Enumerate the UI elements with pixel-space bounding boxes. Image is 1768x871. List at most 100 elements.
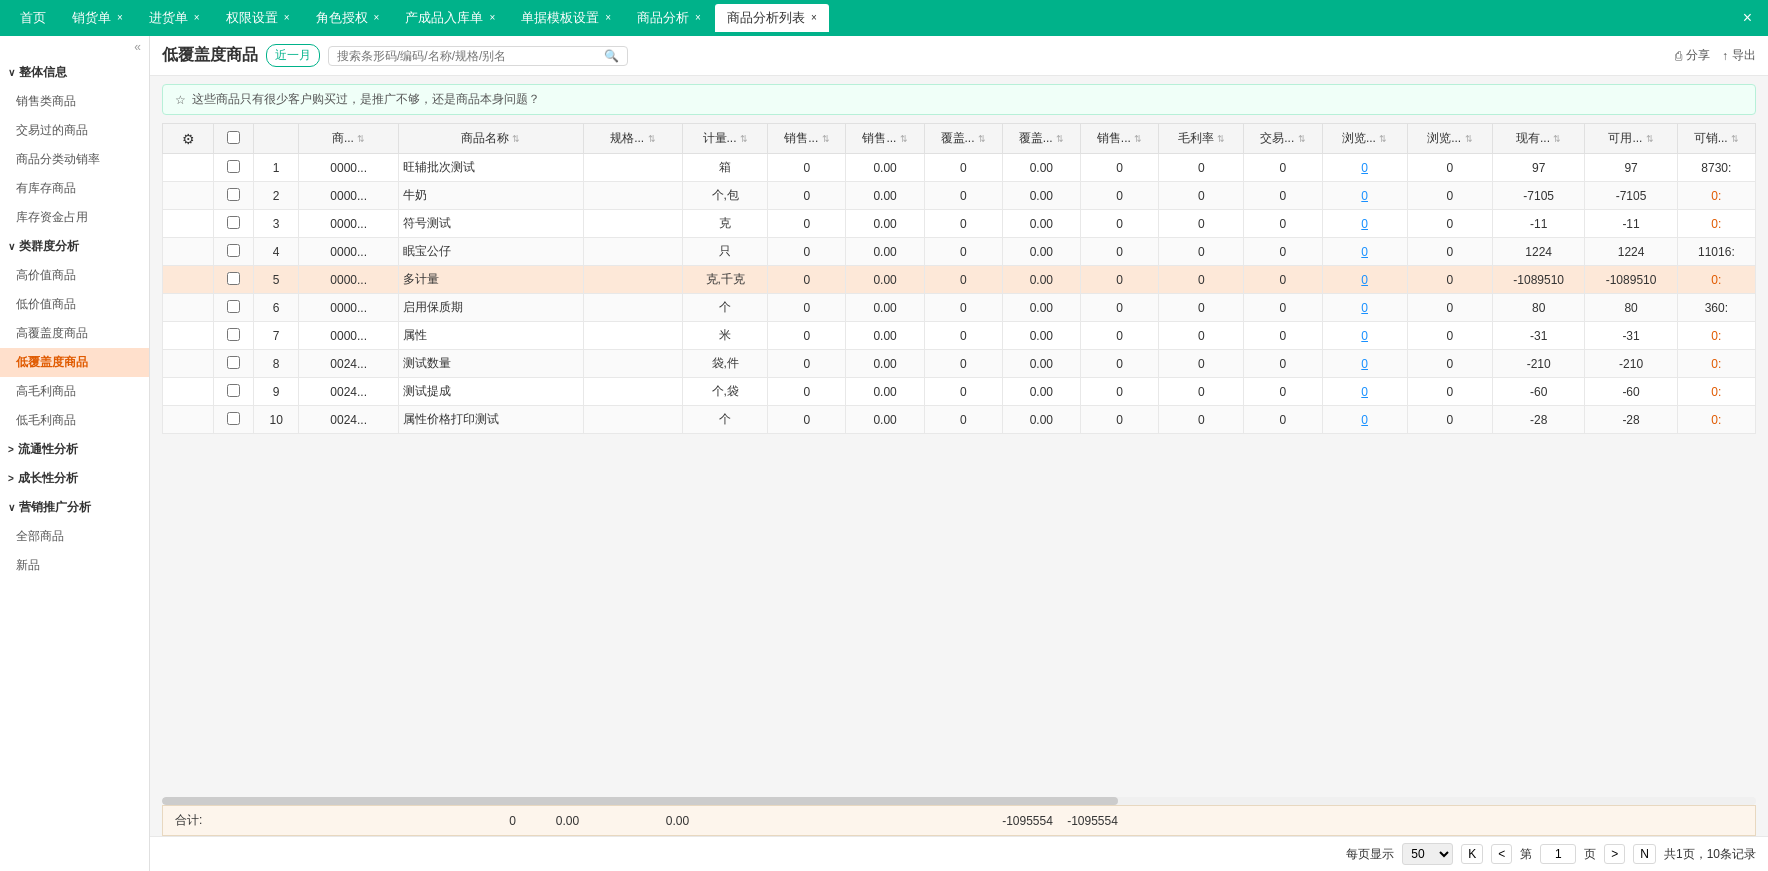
browse-link[interactable]: 0 (1361, 329, 1368, 343)
sidebar-item-low-value[interactable]: 低价值商品 (0, 290, 149, 319)
cell-check[interactable] (214, 182, 254, 210)
current-page-input[interactable] (1540, 844, 1576, 864)
nav-tab-permissions[interactable]: 权限设置 × (214, 4, 302, 32)
col-header-cov2[interactable]: 覆盖... ⇅ (1002, 124, 1080, 154)
col-header-sale-amt[interactable]: 销售... ⇅ (846, 124, 924, 154)
sidebar-item-in-stock[interactable]: 有库存商品 (0, 174, 149, 203)
cell-check[interactable] (214, 322, 254, 350)
cell-browse1[interactable]: 0 (1322, 322, 1407, 350)
cell-check[interactable] (214, 238, 254, 266)
next-page-button[interactable]: > (1604, 844, 1625, 864)
cell-check[interactable] (214, 266, 254, 294)
nav-tab-roles-close[interactable]: × (374, 4, 380, 32)
col-header-sale3[interactable]: 销售... ⇅ (1080, 124, 1158, 154)
sidebar-item-high-value[interactable]: 高价值商品 (0, 261, 149, 290)
cell-check[interactable] (214, 210, 254, 238)
col-header-settings[interactable]: ⚙ (163, 124, 214, 154)
time-filter-button[interactable]: 近一月 (266, 44, 320, 67)
row-checkbox[interactable] (227, 300, 240, 313)
row-checkbox[interactable] (227, 356, 240, 369)
cell-browse1[interactable]: 0 (1322, 350, 1407, 378)
sidebar-section-flow[interactable]: > 流通性分析 (0, 435, 149, 464)
horizontal-scrollbar[interactable] (162, 797, 1756, 805)
cell-check[interactable] (214, 350, 254, 378)
row-checkbox[interactable] (227, 412, 240, 425)
cell-check[interactable] (214, 154, 254, 182)
row-checkbox[interactable] (227, 244, 240, 257)
scrollbar-thumb[interactable] (162, 797, 1118, 805)
cell-browse1[interactable]: 0 (1322, 182, 1407, 210)
row-checkbox[interactable] (227, 272, 240, 285)
sidebar-item-all-goods[interactable]: 全部商品 (0, 522, 149, 551)
browse-link[interactable]: 0 (1361, 301, 1368, 315)
sidebar-item-high-profit[interactable]: 高毛利商品 (0, 377, 149, 406)
cell-browse1[interactable]: 0 (1322, 154, 1407, 182)
sidebar-item-low-profit[interactable]: 低毛利商品 (0, 406, 149, 435)
sidebar-item-sales-goods[interactable]: 销售类商品 (0, 87, 149, 116)
col-header-gross[interactable]: 毛利率 ⇅ (1159, 124, 1244, 154)
col-header-sale-count[interactable]: 销售... ⇅ (768, 124, 846, 154)
nav-tab-sales-close[interactable]: × (117, 4, 123, 32)
row-checkbox[interactable] (227, 160, 240, 173)
col-header-browse1[interactable]: 浏览... ⇅ (1322, 124, 1407, 154)
cell-check[interactable] (214, 378, 254, 406)
sidebar-section-coverage[interactable]: ∨ 类群度分析 (0, 232, 149, 261)
nav-tab-templates-close[interactable]: × (605, 4, 611, 32)
nav-tab-analysis-close[interactable]: × (695, 4, 701, 32)
sidebar-section-overall[interactable]: ∨ 整体信息 (0, 58, 149, 87)
select-all-checkbox[interactable] (227, 131, 240, 144)
nav-tab-analysis-list[interactable]: 商品分析列表 × (715, 4, 829, 32)
last-page-button[interactable]: N (1633, 844, 1656, 864)
nav-tab-purchase[interactable]: 进货单 × (137, 4, 212, 32)
search-icon[interactable]: 🔍 (604, 49, 619, 63)
row-checkbox[interactable] (227, 328, 240, 341)
cell-browse1[interactable]: 0 (1322, 266, 1407, 294)
browse-link[interactable]: 0 (1361, 357, 1368, 371)
sidebar-item-traded-goods[interactable]: 交易过的商品 (0, 116, 149, 145)
browse-link[interactable]: 0 (1361, 413, 1368, 427)
row-checkbox[interactable] (227, 216, 240, 229)
col-header-unit[interactable]: 计量... ⇅ (683, 124, 768, 154)
sidebar-item-category-rate[interactable]: 商品分类动销率 (0, 145, 149, 174)
sidebar-section-promo[interactable]: ∨ 营销推广分析 (0, 493, 149, 522)
col-header-name[interactable]: 商品名称 ⇅ (398, 124, 583, 154)
search-input[interactable] (337, 49, 604, 63)
nav-tab-home[interactable]: 首页 (8, 4, 58, 32)
nav-tab-products[interactable]: 产成品入库单 × (393, 4, 507, 32)
cell-browse1[interactable]: 0 (1322, 406, 1407, 434)
browse-link[interactable]: 0 (1361, 385, 1368, 399)
sidebar-item-stock-capital[interactable]: 库存资金占用 (0, 203, 149, 232)
row-checkbox[interactable] (227, 188, 240, 201)
cell-check[interactable] (214, 406, 254, 434)
sidebar-collapse-button[interactable]: « (0, 36, 149, 58)
browse-link[interactable]: 0 (1361, 245, 1368, 259)
cell-browse1[interactable]: 0 (1322, 378, 1407, 406)
nav-tab-roles[interactable]: 角色授权 × (304, 4, 392, 32)
browse-link[interactable]: 0 (1361, 161, 1368, 175)
col-header-sale4[interactable]: 可销... ⇅ (1677, 124, 1755, 154)
nav-tab-permissions-close[interactable]: × (284, 4, 290, 32)
col-header-code[interactable]: 商... ⇅ (299, 124, 398, 154)
nav-tab-sales[interactable]: 销货单 × (60, 4, 135, 32)
nav-tab-analysis-list-close[interactable]: × (811, 4, 817, 32)
cell-browse1[interactable]: 0 (1322, 210, 1407, 238)
prev-page-button[interactable]: < (1491, 844, 1512, 864)
sidebar-item-high-coverage[interactable]: 高覆盖度商品 (0, 319, 149, 348)
col-header-avail1[interactable]: 现有... ⇅ (1493, 124, 1585, 154)
browse-link[interactable]: 0 (1361, 189, 1368, 203)
nav-tab-analysis[interactable]: 商品分析 × (625, 4, 713, 32)
sidebar-item-new-goods[interactable]: 新品 (0, 551, 149, 580)
nav-tab-templates[interactable]: 单据模板设置 × (509, 4, 623, 32)
window-close-button[interactable]: × (1735, 9, 1760, 27)
cell-browse1[interactable]: 0 (1322, 294, 1407, 322)
export-button[interactable]: ↑ 导出 (1722, 47, 1756, 64)
share-button[interactable]: ⎙ 分享 (1675, 47, 1710, 64)
col-header-spec[interactable]: 规格... ⇅ (583, 124, 682, 154)
browse-link[interactable]: 0 (1361, 217, 1368, 231)
browse-link[interactable]: 0 (1361, 273, 1368, 287)
col-header-avail2[interactable]: 可用... ⇅ (1585, 124, 1677, 154)
col-header-check[interactable] (214, 124, 254, 154)
cell-browse1[interactable]: 0 (1322, 238, 1407, 266)
cell-check[interactable] (214, 294, 254, 322)
col-header-browse2[interactable]: 浏览... ⇅ (1407, 124, 1492, 154)
